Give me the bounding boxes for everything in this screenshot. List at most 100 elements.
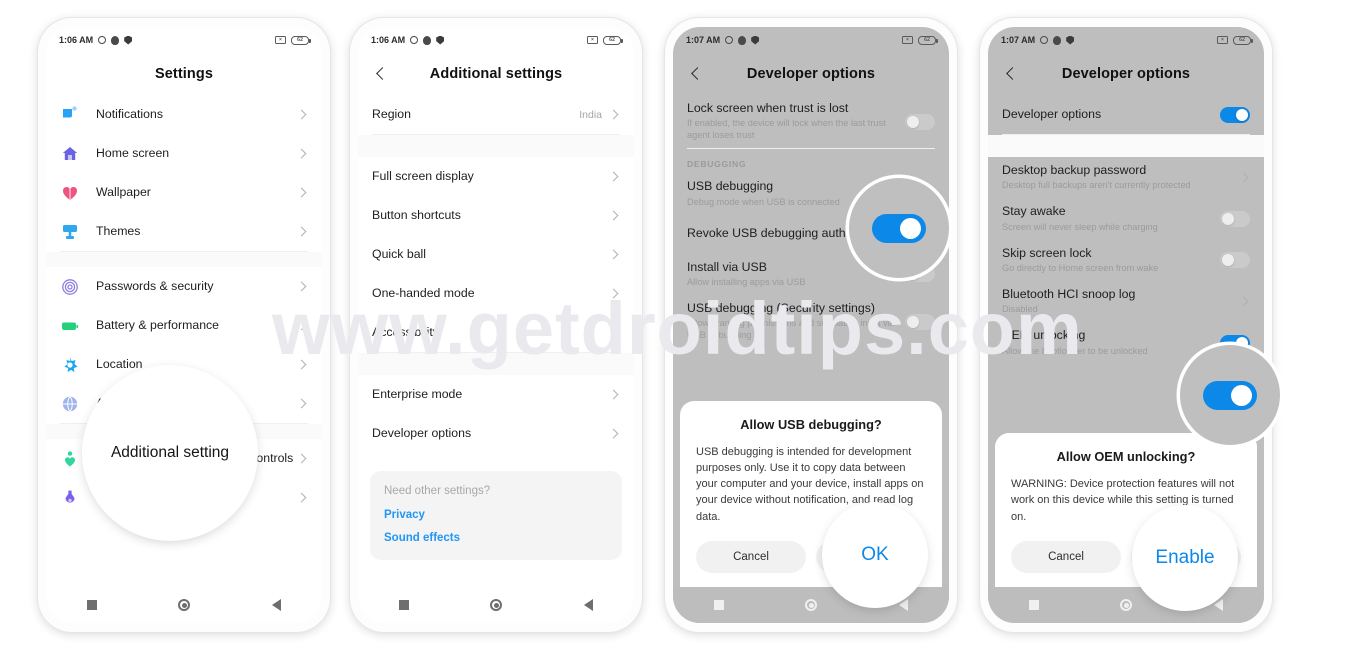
phone-4-oem-unlocking: 1:07 AM × 62 Developer options Developer… xyxy=(980,18,1280,632)
section-header-debugging: DEBUGGING xyxy=(687,159,747,170)
list-item-enterprise-mode[interactable]: Enterprise mode xyxy=(358,375,634,414)
sidebar-item-home-screen[interactable]: Home screen xyxy=(46,134,322,173)
usb-debugging-toggle-zoomed[interactable] xyxy=(872,213,926,243)
back-arrow-icon[interactable] xyxy=(372,65,390,83)
item-subtitle: Desktop full backups aren't currently pr… xyxy=(1002,180,1191,191)
list-item-one-handed-mode[interactable]: One-handed mode xyxy=(358,274,634,313)
recents-button[interactable] xyxy=(86,600,97,610)
recents-button[interactable] xyxy=(713,600,724,610)
home-button[interactable] xyxy=(1120,599,1133,611)
item-label: Notifications xyxy=(96,106,163,121)
list-item-usb-debugging-security-settings[interactable]: USB debugging (Security settings) Allow … xyxy=(673,295,949,348)
list-item-skip-screen-lock[interactable]: Skip screen lock Go directly to Home scr… xyxy=(988,240,1264,281)
list-item-desktop-backup-password[interactable]: Desktop backup password Desktop full bac… xyxy=(988,157,1264,198)
magnifier-enable-label: Enable xyxy=(1155,547,1215,568)
back-button[interactable] xyxy=(1214,599,1224,611)
home-button[interactable] xyxy=(490,599,503,611)
item-label: Enterprise mode xyxy=(372,386,463,401)
item-label: Quick ball xyxy=(372,246,426,261)
navigation-bar[interactable] xyxy=(988,587,1264,623)
chevron-right-icon xyxy=(297,281,308,292)
item-label: Location xyxy=(96,356,143,371)
back-button[interactable] xyxy=(584,599,594,611)
chevron-right-icon xyxy=(297,492,308,503)
region-value: India xyxy=(579,108,602,121)
status-time: 1:07 AM xyxy=(1001,35,1036,45)
notification-icon xyxy=(111,35,120,45)
title-bar: Settings xyxy=(46,53,322,95)
additional-settings-list[interactable]: Region India Full screen display Button … xyxy=(358,95,634,560)
status-bar: 1:07 AM × 62 xyxy=(988,27,1264,53)
home-icon xyxy=(60,144,80,164)
item-subtitle: Go directly to Home screen from wake xyxy=(1002,262,1159,273)
need-other-settings-question: Need other settings? xyxy=(384,485,491,497)
list-item-region[interactable]: Region India xyxy=(358,95,634,134)
chevron-right-icon xyxy=(297,320,308,331)
back-arrow-icon[interactable] xyxy=(1002,65,1020,83)
cast-icon: × xyxy=(1217,36,1228,44)
list-item-bluetooth-hci-snoop-log[interactable]: Bluetooth HCI snoop log Disabled xyxy=(988,281,1264,322)
developer-options-toggle[interactable] xyxy=(1220,106,1250,123)
sidebar-item-wallpaper[interactable]: Wallpaper xyxy=(46,173,322,212)
notification-icon xyxy=(738,35,747,45)
magnifier-additional-settings: Additional setting xyxy=(85,368,255,538)
page-title: Additional settings xyxy=(429,66,563,82)
sidebar-item-passwords-security[interactable]: Passwords & security xyxy=(46,267,322,306)
dialog-title: Allow USB debugging? xyxy=(740,416,882,432)
item-label: Stay awake xyxy=(1002,204,1066,219)
phone-3-usb-debugging: 1:07 AM × 62 Developer options Lock scre… xyxy=(665,18,957,632)
phone-2-additional-settings: 1:06 AM × 62 Additional settings Region … xyxy=(350,18,642,632)
magnifier-ok-button: OK xyxy=(825,505,925,605)
sidebar-item-notifications[interactable]: Notifications xyxy=(46,95,322,134)
chevron-right-icon xyxy=(609,428,620,439)
home-button[interactable] xyxy=(178,599,191,611)
globe-icon xyxy=(60,394,80,414)
chevron-right-icon xyxy=(609,389,620,400)
list-item-lock-screen-when-trust-is-lost[interactable]: Lock screen when trust is lost If enable… xyxy=(673,95,949,148)
alarm-icon xyxy=(1040,36,1049,44)
list-item-developer-options-master[interactable]: Developer options xyxy=(988,95,1264,134)
list-item-accessibility[interactable]: Accessibility xyxy=(358,313,634,352)
list-item-full-screen-display[interactable]: Full screen display xyxy=(358,157,634,196)
recents-button[interactable] xyxy=(398,600,409,610)
item-subtitle: Allow installing apps via USB xyxy=(687,276,806,287)
notification-icon xyxy=(423,35,432,45)
back-arrow-icon[interactable] xyxy=(687,65,705,83)
developer-options-list[interactable]: Developer options Desktop backup passwor… xyxy=(988,95,1264,364)
stay-awake-toggle[interactable] xyxy=(1220,210,1250,227)
back-button[interactable] xyxy=(272,599,282,611)
item-label: Bluetooth HCI snoop log xyxy=(1002,286,1136,301)
navigation-bar[interactable] xyxy=(46,587,322,623)
back-button[interactable] xyxy=(899,599,909,611)
usb-debugging-security-toggle[interactable] xyxy=(905,313,935,330)
item-label: Wallpaper xyxy=(96,184,151,199)
status-bar: 1:06 AM × 62 xyxy=(358,27,634,53)
recents-button[interactable] xyxy=(1028,600,1039,610)
sidebar-item-themes[interactable]: Themes xyxy=(46,212,322,251)
battery-icon: 62 xyxy=(1233,35,1253,45)
status-bar: 1:06 AM × 62 xyxy=(46,27,322,53)
sidebar-item-battery-performance[interactable]: Battery & performance xyxy=(46,306,322,345)
screen-additional-settings: 1:06 AM × 62 Additional settings Region … xyxy=(358,27,634,623)
list-item-quick-ball[interactable]: Quick ball xyxy=(358,235,634,274)
list-item-stay-awake[interactable]: Stay awake Screen will never sleep while… xyxy=(988,198,1264,239)
list-item-button-shortcuts[interactable]: Button shortcuts xyxy=(358,196,634,235)
home-button[interactable] xyxy=(805,599,818,611)
link-sound-effects[interactable]: Sound effects xyxy=(384,532,608,544)
cancel-button[interactable]: Cancel xyxy=(696,541,806,573)
alarm-icon xyxy=(410,36,419,44)
oem-unlocking-toggle-zoomed[interactable] xyxy=(1203,380,1257,410)
page-title: Developer options xyxy=(746,66,876,82)
chevron-right-icon xyxy=(1239,172,1250,183)
cast-icon: × xyxy=(902,36,913,44)
item-label: Developer options xyxy=(372,425,472,440)
notifications-icon xyxy=(60,105,80,125)
battery-icon xyxy=(60,316,80,336)
cancel-button[interactable]: Cancel xyxy=(1011,541,1121,573)
link-privacy[interactable]: Privacy xyxy=(384,509,608,521)
list-item-developer-options[interactable]: Developer options xyxy=(358,414,634,453)
skip-screen-lock-toggle[interactable] xyxy=(1220,252,1250,269)
title-bar: Developer options xyxy=(673,53,949,95)
navigation-bar[interactable] xyxy=(358,587,634,623)
lock-screen-toggle[interactable] xyxy=(905,113,935,130)
